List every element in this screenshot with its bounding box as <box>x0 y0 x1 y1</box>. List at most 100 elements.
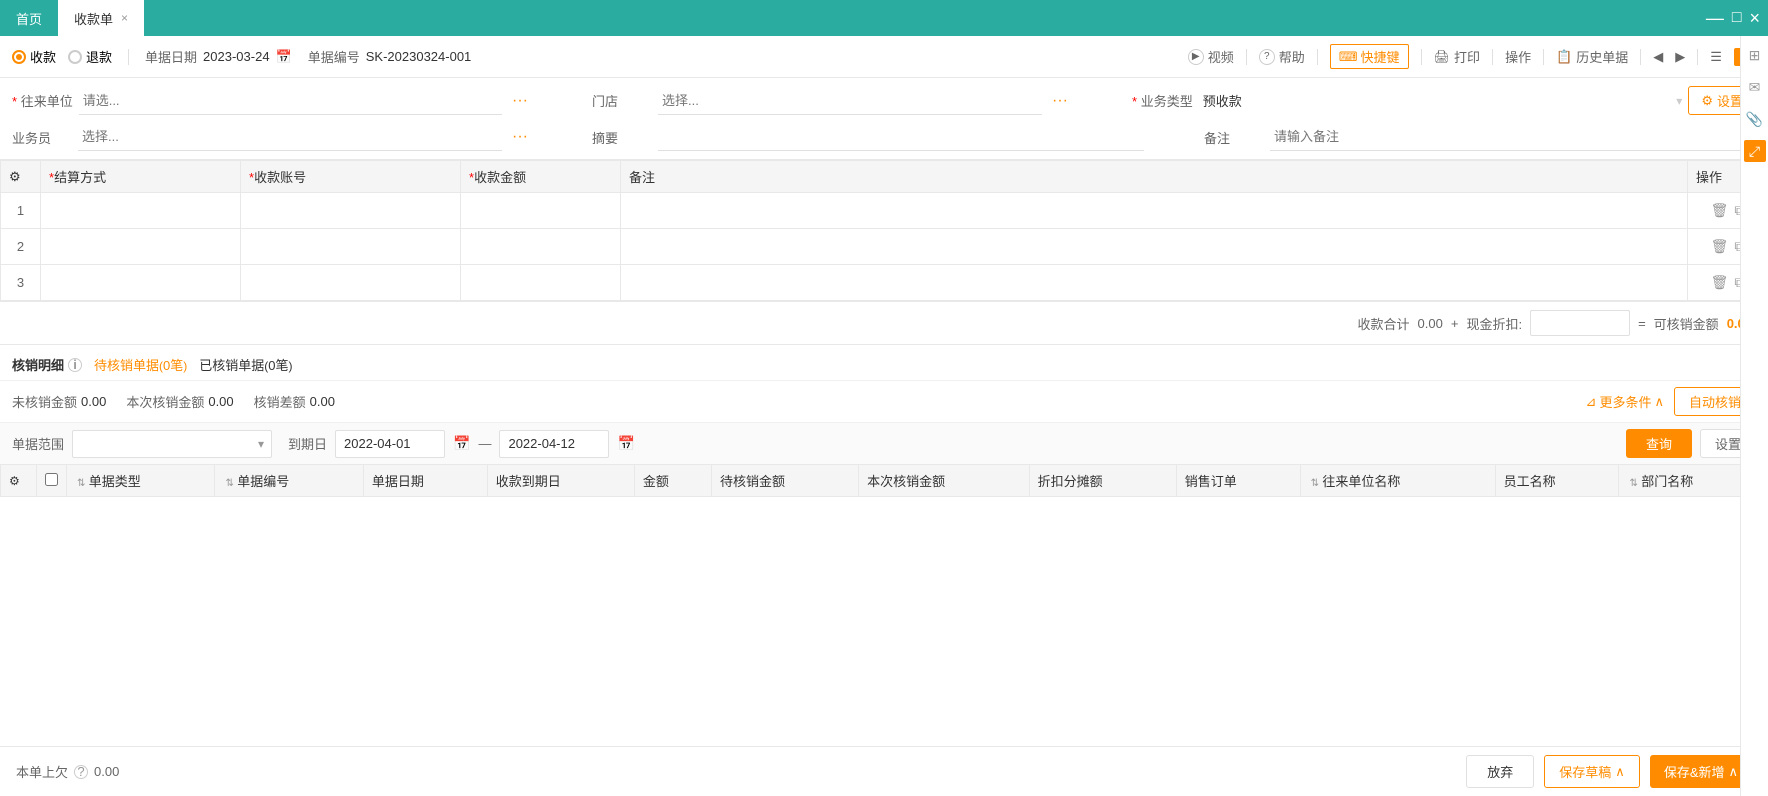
equals-sign: = <box>1638 316 1646 331</box>
tab-home[interactable]: 首页 <box>0 0 58 36</box>
right-sidebar: ⊞ ✉ 📎 ⤢ <box>1740 36 1768 796</box>
print-link[interactable]: 🖨 打印 <box>1434 47 1481 66</box>
filter-icon: ⊿ <box>1586 394 1597 410</box>
counterpart-more-icon[interactable]: ··· <box>508 92 532 110</box>
minimize-icon[interactable]: — <box>1706 8 1724 29</box>
footer-info: 本单上欠 ? 0.00 <box>16 762 119 781</box>
remark-input[interactable] <box>1270 123 1756 151</box>
bth-voucher-number-label: 单据编号 <box>237 474 289 489</box>
diff-value: 0.00 <box>310 394 335 409</box>
th-gear[interactable]: ⚙ <box>1 161 41 193</box>
help-icon: ? <box>1259 49 1275 65</box>
unchecked-value: 0.00 <box>81 394 106 409</box>
summary-input[interactable] <box>658 123 1144 151</box>
business-type-field: * 业务类型 预收款 ▾ ⚙ 设置 <box>1132 86 1756 115</box>
row-account-2[interactable] <box>241 229 461 265</box>
query-label: 查询 <box>1646 437 1672 452</box>
row-settle-3[interactable] <box>41 265 241 301</box>
remark-field: 备注 <box>1204 123 1756 151</box>
quickkey-button[interactable]: ⌨ 快捷键 <box>1330 44 1409 69</box>
date-calendar-icon[interactable]: 📅 <box>276 49 292 65</box>
more-conditions-label: 更多条件 <box>1599 392 1651 411</box>
row-account-1[interactable] <box>241 193 461 229</box>
query-button[interactable]: 查询 <box>1626 429 1692 458</box>
row-account-3[interactable] <box>241 265 461 301</box>
save-draft-button[interactable]: 保存草稿 ∧ <box>1544 755 1640 788</box>
sidebar-attachment-icon[interactable]: 📎 <box>1744 108 1766 130</box>
th-settle: *结算方式 <box>41 161 241 193</box>
row-delete-icon-3[interactable]: 🗑 <box>1711 274 1729 291</box>
staff-input[interactable] <box>78 123 502 151</box>
reconcile-stats: 未核销金额 0.00 本次核销金额 0.00 核销差额 0.00 ⊿ 更多条件 … <box>0 381 1768 422</box>
quickkey-label: 快捷键 <box>1361 47 1400 66</box>
menu-icon[interactable]: ☰ <box>1710 49 1722 65</box>
row-remark-1[interactable] <box>621 193 1688 229</box>
date-field: 单据日期 2023-03-24 📅 <box>145 47 292 66</box>
reconcile-header: 核销明细 i 待核销单据(0笔) 已核销单据(0笔) <box>0 345 1768 381</box>
date-from-input[interactable] <box>335 430 445 458</box>
radio-shoukuan-label: 收款 <box>30 47 56 66</box>
row-settle-2[interactable] <box>41 229 241 265</box>
store-input[interactable] <box>658 87 1042 115</box>
voucher-range-label: 单据范围 <box>12 434 64 453</box>
hamburger-icon: ☰ <box>1710 49 1722 65</box>
filter-right-buttons: 查询 设置 <box>1626 429 1756 458</box>
row-settle-1[interactable] <box>41 193 241 229</box>
save-new-label: 保存&新增 <box>1664 762 1725 781</box>
store-more-icon[interactable]: ··· <box>1048 92 1072 110</box>
sidebar-table-icon[interactable]: ⊞ <box>1744 44 1766 66</box>
row-amount-1[interactable] <box>461 193 621 229</box>
biz-dropdown-icon[interactable]: ▾ <box>1676 94 1682 108</box>
radio-shoukuan[interactable]: 收款 <box>12 47 56 66</box>
date-from-icon[interactable]: 📅 <box>453 435 470 452</box>
nav-prev[interactable]: ◀ <box>1653 49 1663 65</box>
row-amount-3[interactable] <box>461 265 621 301</box>
sidebar-expand-icon[interactable]: ⤢ <box>1744 140 1766 162</box>
toolbar: 收款 退款 单据日期 2023-03-24 📅 单据编号 SK-20230324… <box>0 36 1768 78</box>
history-link[interactable]: 📋 历史单据 <box>1556 47 1628 66</box>
tab-current[interactable]: 收款单 × <box>58 0 144 36</box>
nav-next[interactable]: ▶ <box>1675 49 1685 65</box>
sidebar-email-icon[interactable]: ✉ <box>1744 76 1766 98</box>
current-label: 本次核销金额 <box>126 392 204 411</box>
save-draft-label: 保存草稿 <box>1559 762 1611 781</box>
video-link[interactable]: ▶ 视频 <box>1188 47 1234 66</box>
select-all-checkbox[interactable] <box>45 473 58 486</box>
help-link[interactable]: ? 帮助 <box>1259 47 1305 66</box>
bth-due-date: 收款到期日 <box>487 465 634 497</box>
counterpart-label: * 往来单位 <box>12 91 73 110</box>
date-to-icon[interactable]: 📅 <box>617 435 634 452</box>
voucher-range-select[interactable] <box>72 430 272 458</box>
row-remark-2[interactable] <box>621 229 1688 265</box>
row-remark-3[interactable] <box>621 265 1688 301</box>
staff-more-icon[interactable]: ··· <box>508 128 532 146</box>
date-to-input[interactable] <box>499 430 609 458</box>
bth-checkbox[interactable] <box>37 465 67 497</box>
pending-unit: 笔 <box>170 358 183 373</box>
radio-circle-tuikuan <box>68 50 82 64</box>
bth-counterpart-name-label: 往来单位名称 <box>1322 474 1400 489</box>
row-amount-2[interactable] <box>461 229 621 265</box>
cash-discount-input[interactable] <box>1530 310 1630 336</box>
bth-dept-name-label: 部门名称 <box>1641 474 1693 489</box>
save-new-button[interactable]: 保存&新增 ∧ <box>1650 755 1752 788</box>
done-voucher-link[interactable]: 已核销单据(0笔) <box>199 355 292 374</box>
discard-button[interactable]: 放弃 <box>1466 755 1534 788</box>
remark-label: 备注 <box>1204 128 1264 147</box>
row-delete-icon-1[interactable]: 🗑 <box>1711 202 1729 219</box>
ops-link[interactable]: 操作 <box>1505 47 1531 66</box>
more-conditions-button[interactable]: ⊿ 更多条件 ∧ <box>1586 392 1664 411</box>
restore-icon[interactable]: □ <box>1732 9 1742 27</box>
plus-sign: + <box>1451 316 1459 331</box>
close-window-icon[interactable]: × <box>1749 8 1760 29</box>
bth-gear[interactable]: ⚙ <box>1 465 37 497</box>
footer-info-icon[interactable]: ? <box>74 765 88 779</box>
counterpart-input[interactable] <box>79 87 502 115</box>
pending-voucher-link[interactable]: 待核销单据(0笔) <box>94 355 187 374</box>
reconcile-info-icon[interactable]: i <box>68 358 82 372</box>
th-amount: *收款金额 <box>461 161 621 193</box>
radio-tuikuan[interactable]: 退款 <box>68 47 112 66</box>
row-delete-icon-2[interactable]: 🗑 <box>1711 238 1729 255</box>
tab-close-icon[interactable]: × <box>121 11 128 25</box>
tab-bar: 首页 收款单 × — □ × <box>0 0 1768 36</box>
